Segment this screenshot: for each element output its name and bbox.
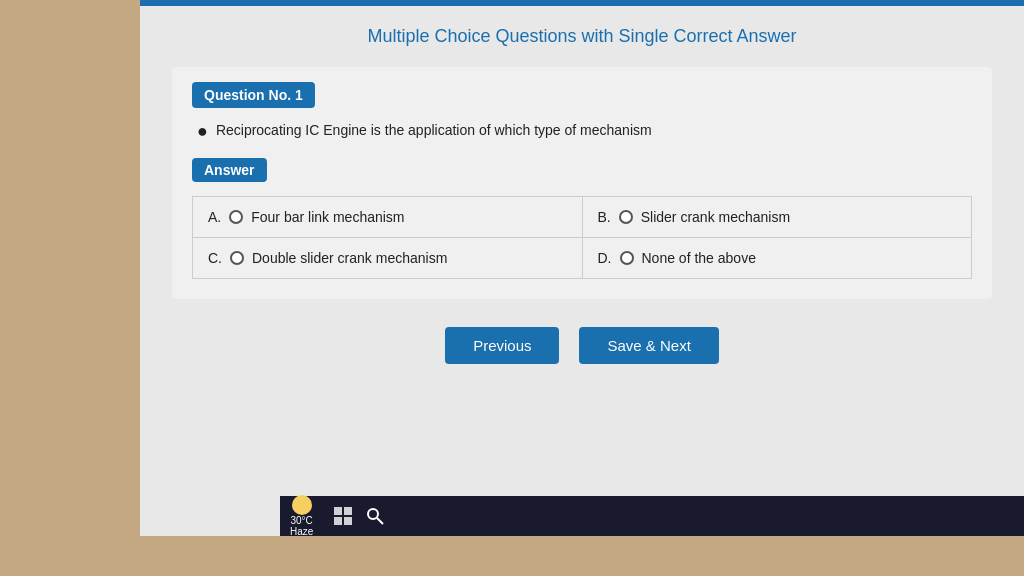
option-a[interactable]: A. Four bar link mechanism [193, 197, 583, 237]
start-icon[interactable] [331, 504, 355, 528]
previous-button[interactable]: Previous [445, 327, 559, 364]
option-b-letter: B. [598, 209, 611, 225]
temperature: 30°C [291, 515, 313, 526]
options-row-cd: C. Double slider crank mechanism D. None… [193, 238, 971, 278]
taskbar: 30°C Haze [280, 496, 1024, 536]
option-b-text: Slider crank mechanism [641, 209, 790, 225]
option-c-radio[interactable] [230, 251, 244, 265]
options-row-ab: A. Four bar link mechanism B. Slider cra… [193, 197, 971, 238]
svg-rect-3 [344, 517, 352, 525]
option-a-radio[interactable] [229, 210, 243, 224]
option-b[interactable]: B. Slider crank mechanism [583, 197, 972, 237]
options-grid: A. Four bar link mechanism B. Slider cra… [192, 196, 972, 279]
option-d-letter: D. [598, 250, 612, 266]
option-d-radio[interactable] [620, 251, 634, 265]
svg-rect-1 [344, 507, 352, 515]
question-number: Question No. 1 [192, 82, 315, 108]
answer-label: Answer [192, 158, 267, 182]
option-a-letter: A. [208, 209, 221, 225]
svg-line-5 [377, 518, 383, 524]
option-c-letter: C. [208, 250, 222, 266]
buttons-row: Previous Save & Next [445, 327, 719, 364]
condition: Haze [290, 526, 313, 537]
save-next-button[interactable]: Save & Next [579, 327, 718, 364]
option-c[interactable]: C. Double slider crank mechanism [193, 238, 583, 278]
screen: Multiple Choice Questions with Single Co… [140, 0, 1024, 536]
option-b-radio[interactable] [619, 210, 633, 224]
search-icon[interactable] [363, 504, 387, 528]
page-title: Multiple Choice Questions with Single Co… [367, 26, 796, 47]
question-container: Question No. 1 ● Reciprocating IC Engine… [172, 67, 992, 299]
option-d[interactable]: D. None of the above [583, 238, 972, 278]
option-a-text: Four bar link mechanism [251, 209, 404, 225]
question-text: ● Reciprocating IC Engine is the applica… [192, 122, 972, 140]
option-c-text: Double slider crank mechanism [252, 250, 447, 266]
bullet-icon: ● [197, 122, 208, 140]
weather-widget: 30°C Haze [290, 495, 313, 537]
svg-point-4 [368, 509, 378, 519]
weather-icon [292, 495, 312, 515]
question-body: Reciprocating IC Engine is the applicati… [216, 122, 652, 138]
svg-rect-0 [334, 507, 342, 515]
left-panel [0, 0, 140, 576]
content-area: Multiple Choice Questions with Single Co… [140, 6, 1024, 384]
option-d-text: None of the above [642, 250, 756, 266]
svg-rect-2 [334, 517, 342, 525]
